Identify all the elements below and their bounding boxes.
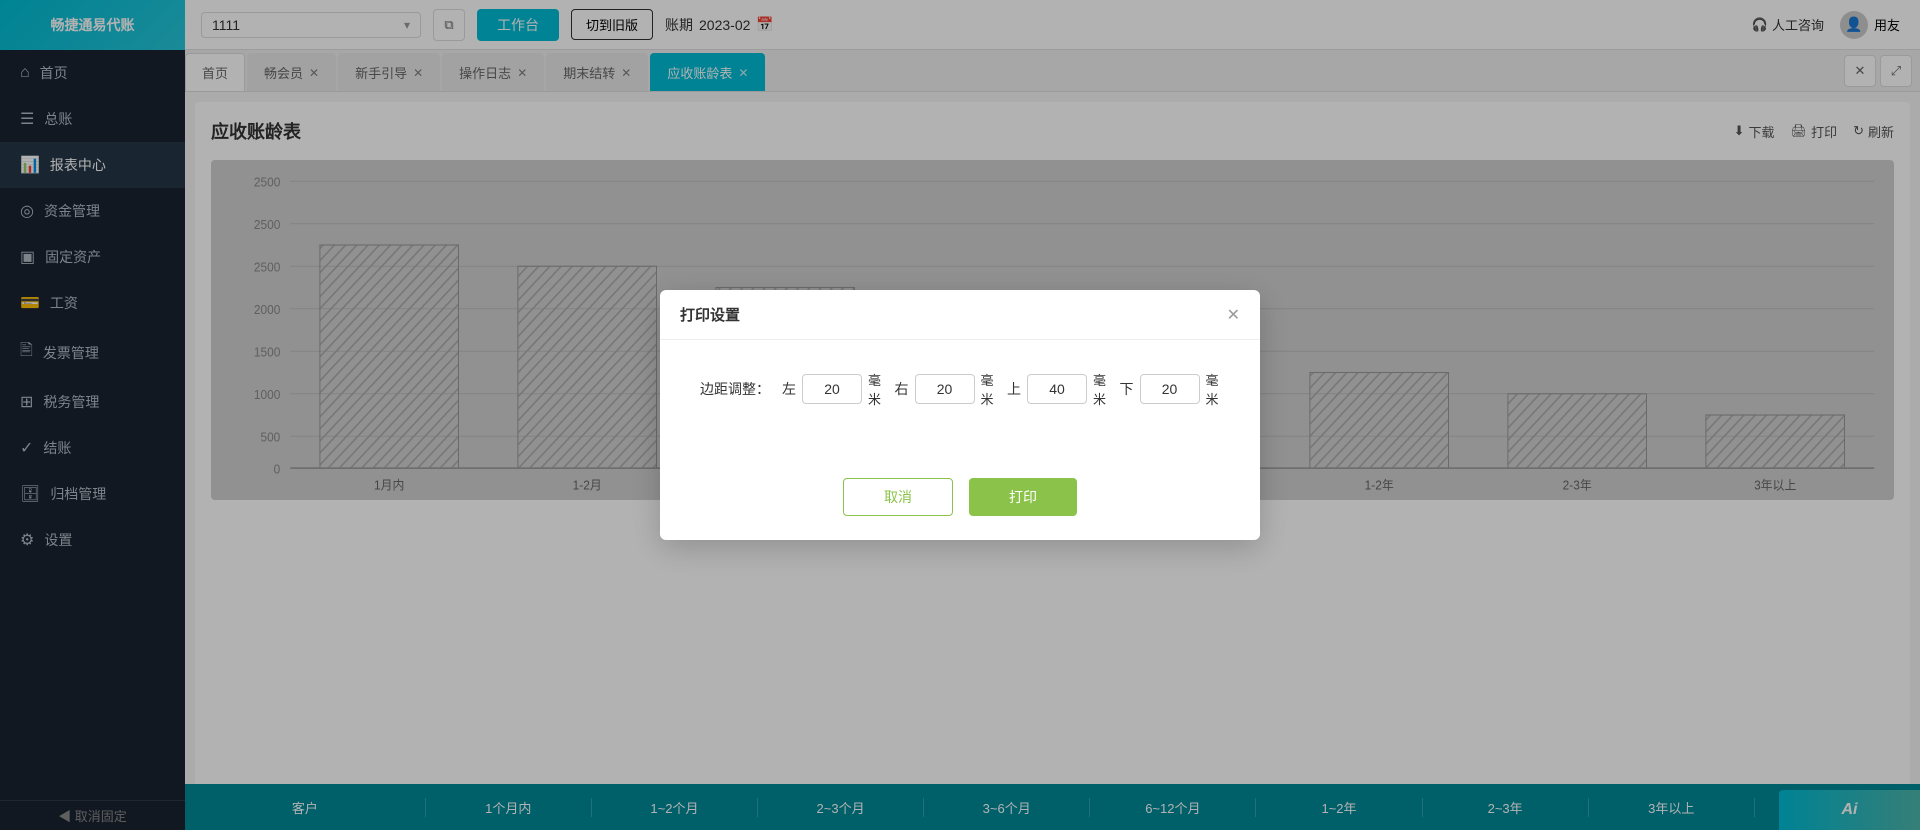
top-margin-group: 上 毫米 — [1007, 370, 1108, 408]
top-unit: 毫米 — [1093, 370, 1108, 408]
left-margin-group: 左 毫米 — [782, 370, 883, 408]
print-confirm-button[interactable]: 打印 — [969, 478, 1077, 516]
modal-body: 边距调整： 左 毫米 右 毫米 上 毫米 下 — [660, 340, 1260, 462]
right-unit: 毫米 — [981, 370, 996, 408]
modal-title: 打印设置 — [680, 304, 740, 325]
modal-footer: 取消 打印 — [660, 462, 1260, 540]
right-label: 右 — [895, 379, 909, 399]
left-unit: 毫米 — [868, 370, 883, 408]
top-margin-input[interactable] — [1027, 374, 1087, 404]
margin-label: 边距调整： — [700, 379, 770, 399]
left-label: 左 — [782, 379, 796, 399]
top-label: 上 — [1007, 379, 1021, 399]
print-settings-modal: 打印设置 ✕ 边距调整： 左 毫米 右 毫米 上 毫米 — [660, 290, 1260, 540]
bottom-label: 下 — [1120, 379, 1134, 399]
bottom-margin-group: 下 毫米 — [1120, 370, 1221, 408]
modal-close-button[interactable]: ✕ — [1227, 305, 1240, 325]
right-margin-group: 右 毫米 — [895, 370, 996, 408]
bottom-margin-input[interactable] — [1140, 374, 1200, 404]
margin-row: 边距调整： 左 毫米 右 毫米 上 毫米 下 — [700, 370, 1220, 408]
modal-overlay: 打印设置 ✕ 边距调整： 左 毫米 右 毫米 上 毫米 — [0, 0, 1920, 830]
cancel-button[interactable]: 取消 — [843, 478, 953, 516]
bottom-unit: 毫米 — [1206, 370, 1221, 408]
left-margin-input[interactable] — [802, 374, 862, 404]
right-margin-input[interactable] — [915, 374, 975, 404]
modal-header: 打印设置 ✕ — [660, 290, 1260, 340]
